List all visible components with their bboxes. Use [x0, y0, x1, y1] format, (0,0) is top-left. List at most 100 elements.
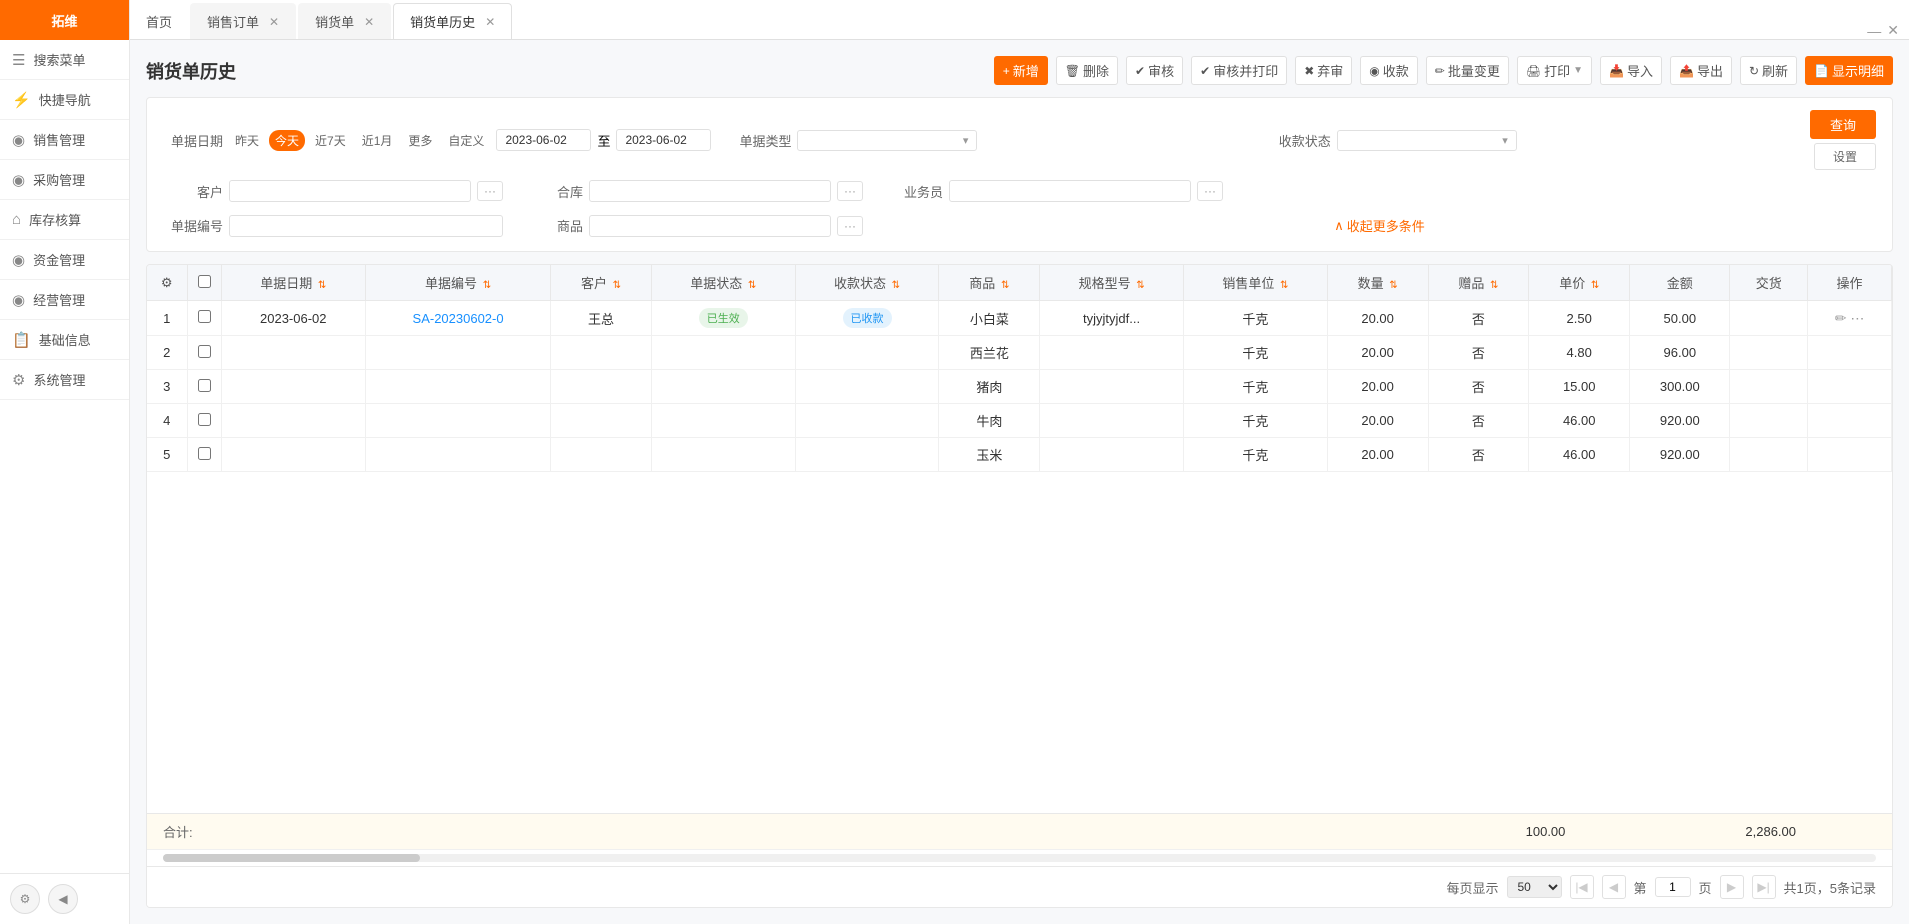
warehouse-label: 合库	[523, 182, 583, 201]
window-close-btn[interactable]: ✕	[1887, 22, 1899, 39]
col-goods[interactable]: 商品 ⇅	[939, 265, 1040, 301]
show-detail-button[interactable]: 📄 显示明细	[1805, 56, 1893, 85]
close-tab-sales-order[interactable]: ✕	[269, 15, 279, 29]
tab-sales-history[interactable]: 销货单历史 ✕	[393, 3, 512, 39]
table-scroll[interactable]: ⚙ 单据日期 ⇅ 单据编号 ⇅	[147, 265, 1892, 813]
horizontal-scrollbar[interactable]	[163, 854, 1876, 862]
new-button[interactable]: + 新增	[994, 56, 1048, 85]
sidebar-settings-btn[interactable]: ⚙	[10, 884, 40, 914]
col-doc-status[interactable]: 单据状态 ⇅	[651, 265, 795, 301]
new-icon: +	[1003, 64, 1010, 78]
col-amount[interactable]: 金额	[1630, 265, 1730, 301]
doc-no-link[interactable]: SA-20230602-0	[413, 311, 504, 326]
page-input[interactable]	[1655, 877, 1691, 897]
date-from-input[interactable]	[496, 129, 591, 151]
select-all-checkbox[interactable]	[198, 275, 211, 288]
window-min-btn[interactable]: —	[1867, 23, 1881, 39]
shortcut-today[interactable]: 今天	[269, 130, 305, 151]
edit-icon[interactable]: ✏	[1835, 310, 1847, 327]
sidebar-item-finance[interactable]: ◉ 资金管理	[0, 240, 129, 280]
warehouse-input[interactable]	[589, 180, 831, 202]
batch-change-button[interactable]: ✏ 批量变更	[1426, 56, 1509, 85]
page-last-btn[interactable]: ▶|	[1752, 875, 1776, 899]
tab-sales-order[interactable]: 销售订单 ✕	[190, 3, 296, 39]
row-deliver	[1730, 370, 1808, 404]
row-checkbox[interactable]	[187, 370, 221, 404]
filter-row-3: 单据编号 商品 ··· ∧ 收起更多条件	[163, 212, 1876, 239]
col-spec[interactable]: 规格型号 ⇅	[1040, 265, 1184, 301]
sidebar-item-sales-mgmt[interactable]: ◉ 销售管理	[0, 120, 129, 160]
scrollbar-thumb[interactable]	[163, 854, 420, 862]
abandon-button[interactable]: ✖ 弃审	[1295, 56, 1352, 85]
delete-button[interactable]: 🗑 删除	[1056, 56, 1118, 85]
collapse-button[interactable]: ∧ 收起更多条件	[1330, 212, 1429, 239]
sidebar-item-purchase-mgmt[interactable]: ◉ 采购管理	[0, 160, 129, 200]
col-gift[interactable]: 赠品 ⇅	[1428, 265, 1529, 301]
col-quantity[interactable]: 数量 ⇅	[1327, 265, 1428, 301]
close-tab-sales-delivery[interactable]: ✕	[364, 15, 374, 29]
staff-ellipsis[interactable]: ···	[1197, 181, 1223, 201]
page-next-btn[interactable]: ▶	[1720, 875, 1744, 899]
shortcut-custom[interactable]: 自定义	[442, 130, 490, 151]
col-doc-no[interactable]: 单据编号 ⇅	[366, 265, 551, 301]
collect-button[interactable]: ◉ 收款	[1360, 56, 1418, 85]
col-unit[interactable]: 销售单位 ⇅	[1183, 265, 1327, 301]
import-button[interactable]: 📥 导入	[1600, 56, 1662, 85]
sidebar-item-search-menu[interactable]: ☰ 搜索菜单	[0, 40, 129, 80]
sidebar-item-basic-info[interactable]: 📋 基础信息	[0, 320, 129, 360]
amount-total: 2,286.00	[1745, 824, 1796, 839]
page-prev-btn[interactable]: ◀	[1602, 875, 1626, 899]
table-settings-icon[interactable]: ⚙	[161, 275, 173, 290]
staff-input[interactable]	[949, 180, 1191, 202]
row-checkbox[interactable]	[187, 404, 221, 438]
doc-no-input[interactable]	[229, 215, 503, 237]
row-doc-no[interactable]: SA-20230602-0	[366, 301, 551, 336]
export-button[interactable]: 📤 导出	[1670, 56, 1732, 85]
col-price[interactable]: 单价 ⇅	[1529, 265, 1630, 301]
goods-input[interactable]	[589, 215, 831, 237]
col-checkbox[interactable]	[187, 265, 221, 301]
col-doc-date[interactable]: 单据日期 ⇅	[221, 265, 366, 301]
row-price: 46.00	[1529, 404, 1630, 438]
col-collect-status[interactable]: 收款状态 ⇅	[795, 265, 939, 301]
sidebar-item-operations[interactable]: ◉ 经营管理	[0, 280, 129, 320]
shortcut-more[interactable]: 更多	[402, 130, 438, 151]
customer-input[interactable]	[229, 180, 471, 202]
row-checkbox[interactable]	[187, 336, 221, 370]
refresh-button[interactable]: ↻ 刷新	[1740, 56, 1797, 85]
col-customer[interactable]: 客户 ⇅	[551, 265, 652, 301]
audit-button[interactable]: ✔ 审核	[1126, 56, 1183, 85]
tab-sales-delivery[interactable]: 销货单 ✕	[298, 3, 391, 39]
sidebar-item-system-mgmt[interactable]: ⚙ 系统管理	[0, 360, 129, 400]
page-first-btn[interactable]: |◀	[1570, 875, 1594, 899]
date-to-input[interactable]	[616, 129, 711, 151]
sidebar-collapse-btn[interactable]: ◀	[48, 884, 78, 914]
row-checkbox[interactable]	[187, 301, 221, 336]
sidebar-item-quick-nav[interactable]: ⚡ 快捷导航	[0, 80, 129, 120]
quick-nav-icon: ⚡	[12, 91, 31, 109]
shortcut-7days[interactable]: 近7天	[309, 130, 352, 151]
doc-type-select[interactable]: ▾	[797, 130, 977, 151]
query-button[interactable]: 查询	[1810, 110, 1876, 139]
print-button[interactable]: 🖨 打印 ▼	[1517, 56, 1592, 85]
audit-print-button[interactable]: ✔ 审核并打印	[1191, 56, 1287, 85]
per-page-select[interactable]: 50 100 200	[1507, 876, 1562, 898]
page-label: 第	[1634, 878, 1647, 897]
row-checkbox[interactable]	[187, 438, 221, 472]
customer-ellipsis[interactable]: ···	[477, 181, 503, 201]
set-button[interactable]: 设置	[1814, 143, 1876, 170]
shortcut-yesterday[interactable]: 昨天	[229, 130, 265, 151]
collect-status-select[interactable]: ▾	[1337, 130, 1517, 151]
sidebar-item-inventory[interactable]: ⌂ 库存核算	[0, 200, 129, 240]
more-action-icon[interactable]: ⋯	[1850, 310, 1864, 327]
col-settings[interactable]: ⚙	[147, 265, 187, 301]
print-dropdown-icon[interactable]: ▼	[1573, 65, 1583, 76]
close-tab-sales-history[interactable]: ✕	[485, 15, 495, 29]
warehouse-ellipsis[interactable]: ···	[837, 181, 863, 201]
tab-home[interactable]: 首页	[130, 3, 188, 39]
content-area: 销货单历史 + 新增 🗑 删除 ✔ 审核 ✔ 审核并打印	[130, 40, 1909, 924]
goods-ellipsis[interactable]: ···	[837, 216, 863, 236]
table-header: ⚙ 单据日期 ⇅ 单据编号 ⇅	[147, 265, 1892, 301]
col-deliver[interactable]: 交货	[1730, 265, 1808, 301]
shortcut-1month[interactable]: 近1月	[356, 130, 399, 151]
